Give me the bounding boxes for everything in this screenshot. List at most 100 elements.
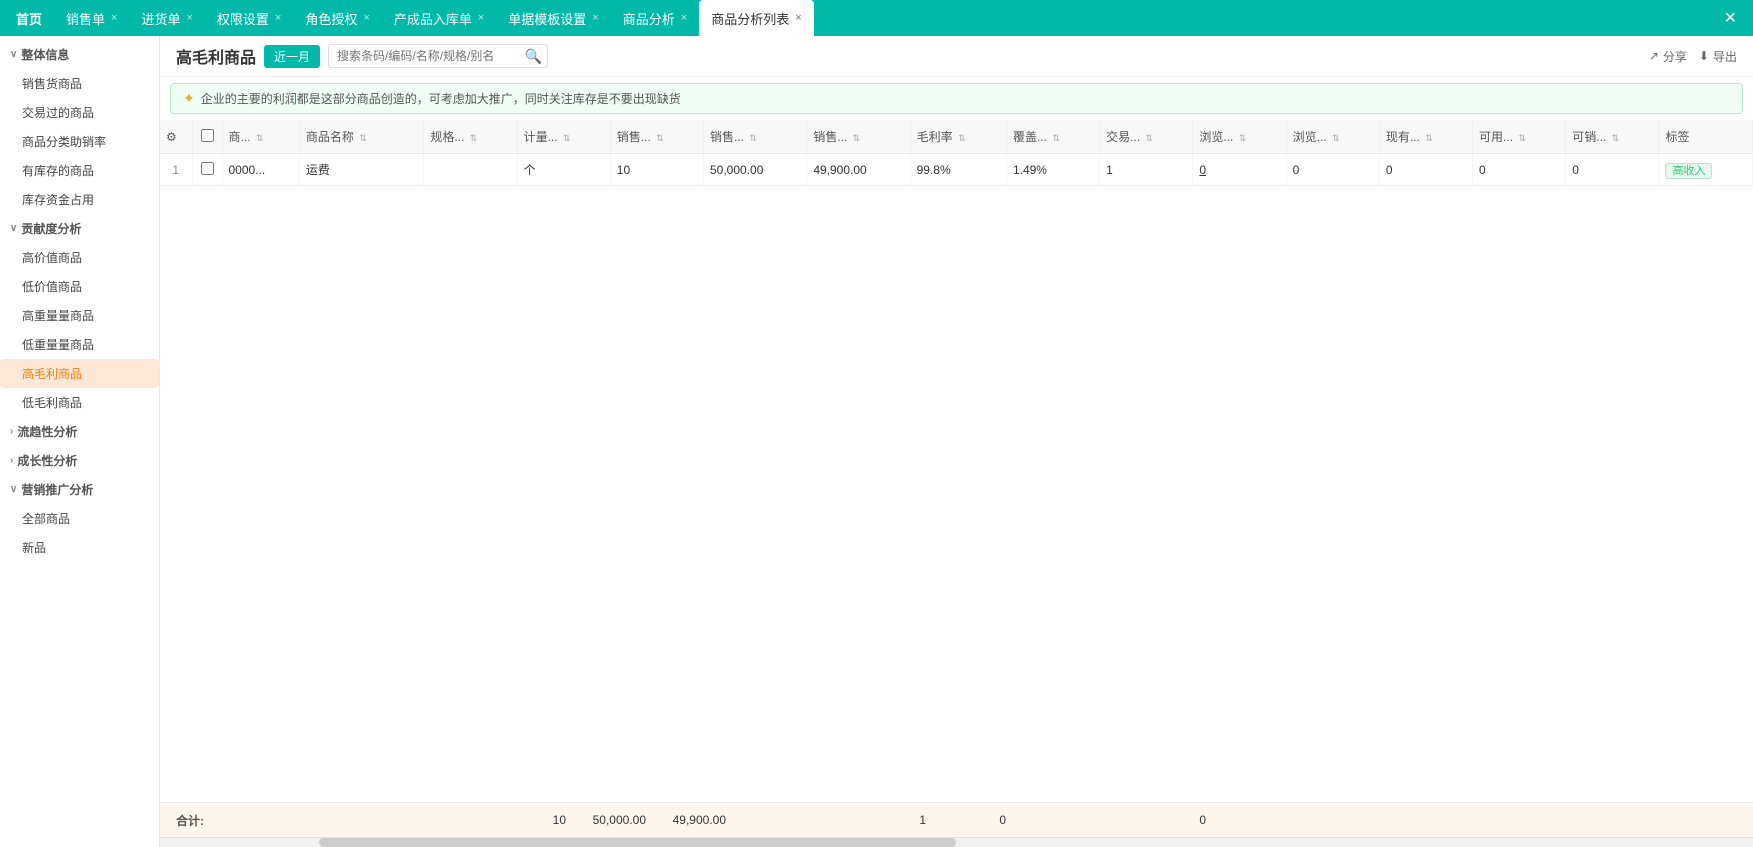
- bottom-scrollbar[interactable]: [160, 837, 1753, 847]
- sidebar-item-high-value[interactable]: 高价值商品: [0, 243, 159, 272]
- row-name[interactable]: 运费: [299, 154, 424, 186]
- content-header: 高毛利商品 近一月 🔍 ↗ 分享 ⬇ 导出: [160, 36, 1753, 77]
- col-tag[interactable]: 标签: [1659, 120, 1753, 154]
- sidebar-group-wealth[interactable]: ∨ 贡献度分析: [0, 214, 159, 243]
- col-saleable[interactable]: 可销... ⇅: [1566, 120, 1659, 154]
- footer-bar: 合计: 10 50,000.00 49,900.00 1 0 0: [160, 802, 1753, 837]
- row-tag: 高收入: [1659, 154, 1753, 186]
- row-sales-amount: 50,000.00: [704, 154, 807, 186]
- info-bar: ✦ 企业的主要的利润都是这部分商品创造的，可考虑加大推广，同时关注库存是不要出现…: [170, 83, 1743, 114]
- select-all-checkbox[interactable]: [201, 129, 214, 142]
- close-doc-template-tab[interactable]: ×: [592, 12, 598, 24]
- col-browse2-sort-icon: ⇅: [1332, 133, 1340, 143]
- sidebar-item-low-value[interactable]: 低价值商品: [0, 272, 159, 301]
- sidebar-group-marketing[interactable]: ∨ 营销推广分析: [0, 475, 159, 504]
- share-btn[interactable]: ↗ 分享: [1649, 48, 1687, 65]
- collapse-icon-overall: ∨: [10, 49, 17, 60]
- col-browse1-sort-icon: ⇅: [1239, 133, 1247, 143]
- tab-permission-setting[interactable]: 权限设置 ×: [205, 0, 293, 36]
- purchase-tab-label: 进货单: [141, 9, 180, 28]
- row-browse1[interactable]: 0: [1193, 154, 1286, 186]
- col-spec[interactable]: 规格... ⇅: [424, 120, 517, 154]
- footer-available: 0: [1136, 809, 1216, 831]
- col-transactions[interactable]: 交易... ⇅: [1100, 120, 1193, 154]
- search-icon[interactable]: 🔍: [525, 48, 542, 65]
- footer-spacer5: [736, 816, 796, 824]
- close-sales-tab[interactable]: ×: [111, 12, 117, 24]
- tab-role-permission[interactable]: 角色授权 ×: [293, 0, 381, 36]
- search-wrap: 🔍: [328, 44, 548, 68]
- close-role-permission-tab[interactable]: ×: [363, 12, 369, 24]
- tab-product-analysis-list[interactable]: 商品分析列表 ×: [699, 0, 813, 36]
- col-code-sort-icon: ⇅: [256, 133, 264, 143]
- tab-sales[interactable]: 销售单 ×: [54, 0, 129, 36]
- tab-product-entry[interactable]: 产成品入库单 ×: [382, 0, 496, 36]
- row-available: 0: [1473, 154, 1566, 186]
- content-title: 高毛利商品: [176, 44, 256, 68]
- row-browse1-link[interactable]: 0: [1199, 163, 1206, 177]
- sidebar-group-trend[interactable]: › 流趋性分析: [0, 417, 159, 446]
- sidebar: ∨ 整体信息 销售货商品 交易过的商品 商品分类助销率 有库存的商品 库存资金占…: [0, 36, 160, 847]
- sidebar-item-inventory-capital[interactable]: 库存资金占用: [0, 185, 159, 214]
- sidebar-item-low-margin[interactable]: 低毛利商品: [0, 388, 159, 417]
- close-product-analysis-tab[interactable]: ×: [681, 12, 687, 24]
- sidebar-item-high-sales-volume[interactable]: 高重量量商品: [0, 301, 159, 330]
- col-available[interactable]: 可用... ⇅: [1473, 120, 1566, 154]
- col-settings[interactable]: ⚙: [160, 120, 192, 154]
- footer-spacer3: [366, 816, 446, 824]
- col-gross-margin[interactable]: 毛利率 ⇅: [910, 120, 1006, 154]
- info-icon: ✦: [183, 90, 195, 107]
- col-code[interactable]: 商... ⇅: [222, 120, 299, 154]
- col-browse2[interactable]: 浏览... ⇅: [1286, 120, 1379, 154]
- col-sales-qty[interactable]: 销售... ⇅: [610, 120, 703, 154]
- sidebar-item-all-goods[interactable]: 全部商品: [0, 504, 159, 533]
- scrollbar-thumb[interactable]: [319, 838, 956, 847]
- export-btn[interactable]: ⬇ 导出: [1699, 48, 1737, 65]
- footer-label: 合计:: [176, 812, 226, 829]
- row-checkbox[interactable]: [192, 154, 222, 186]
- sidebar-item-low-sales-volume[interactable]: 低重量量商品: [0, 330, 159, 359]
- col-checkbox[interactable]: [192, 120, 222, 154]
- sidebar-item-high-margin[interactable]: 高毛利商品: [0, 359, 159, 388]
- main-layout: ∨ 整体信息 销售货商品 交易过的商品 商品分类助销率 有库存的商品 库存资金占…: [0, 36, 1753, 847]
- sidebar-item-traded-goods[interactable]: 交易过的商品: [0, 98, 159, 127]
- date-filter-btn[interactable]: 近一月: [264, 45, 320, 68]
- col-sales-cost[interactable]: 销售... ⇅: [807, 120, 910, 154]
- close-product-entry-tab[interactable]: ×: [478, 12, 484, 24]
- close-permission-setting-tab[interactable]: ×: [275, 12, 281, 24]
- col-sales-amount[interactable]: 销售... ⇅: [704, 120, 807, 154]
- col-current-stock-label: 现有...: [1386, 130, 1420, 144]
- sidebar-item-sales-goods[interactable]: 销售货商品: [0, 69, 159, 98]
- col-name[interactable]: 商品名称 ⇅: [299, 120, 424, 154]
- row-select-checkbox[interactable]: [201, 162, 214, 175]
- sidebar-item-new-goods[interactable]: 新品: [0, 533, 159, 562]
- close-purchase-tab[interactable]: ×: [186, 12, 192, 24]
- footer-sales-qty: 10: [496, 809, 576, 831]
- close-product-analysis-list-tab[interactable]: ×: [795, 12, 801, 24]
- col-current-stock[interactable]: 现有... ⇅: [1379, 120, 1472, 154]
- sidebar-group-overall[interactable]: ∨ 整体信息: [0, 40, 159, 69]
- row-current-stock: 0: [1379, 154, 1472, 186]
- content-area: « 高毛利商品 近一月 🔍 ↗ 分享 ⬇ 导出 ✦: [160, 36, 1753, 847]
- sidebar-item-stocked-goods[interactable]: 有库存的商品: [0, 156, 159, 185]
- search-input[interactable]: [328, 44, 548, 68]
- tab-product-analysis[interactable]: 商品分析 ×: [611, 0, 699, 36]
- row-code[interactable]: 0000...: [222, 154, 299, 186]
- role-permission-tab-label: 角色授权: [305, 9, 357, 28]
- tab-doc-template[interactable]: 单据模板设置 ×: [496, 0, 610, 36]
- permission-setting-tab-label: 权限设置: [217, 9, 269, 28]
- col-coverage[interactable]: 覆盖... ⇅: [1006, 120, 1099, 154]
- col-browse1[interactable]: 浏览... ⇅: [1193, 120, 1286, 154]
- col-unit[interactable]: 计量... ⇅: [517, 120, 610, 154]
- sidebar-group-growth[interactable]: › 成长性分析: [0, 446, 159, 475]
- sidebar-item-classification[interactable]: 商品分类助销率: [0, 127, 159, 156]
- data-table: ⚙ 商... ⇅ 商品名称 ⇅ 规格... ⇅: [160, 120, 1753, 186]
- col-code-label: 商...: [229, 130, 251, 144]
- row-sales-qty: 10: [610, 154, 703, 186]
- footer-sales-amount: 50,000.00: [576, 809, 656, 831]
- footer-browse1: 0: [936, 809, 1016, 831]
- tab-home[interactable]: 首页: [4, 0, 54, 36]
- product-entry-tab-label: 产成品入库单: [394, 9, 472, 28]
- close-window-btn[interactable]: ✕: [1712, 8, 1749, 28]
- tab-purchase[interactable]: 进货单 ×: [129, 0, 204, 36]
